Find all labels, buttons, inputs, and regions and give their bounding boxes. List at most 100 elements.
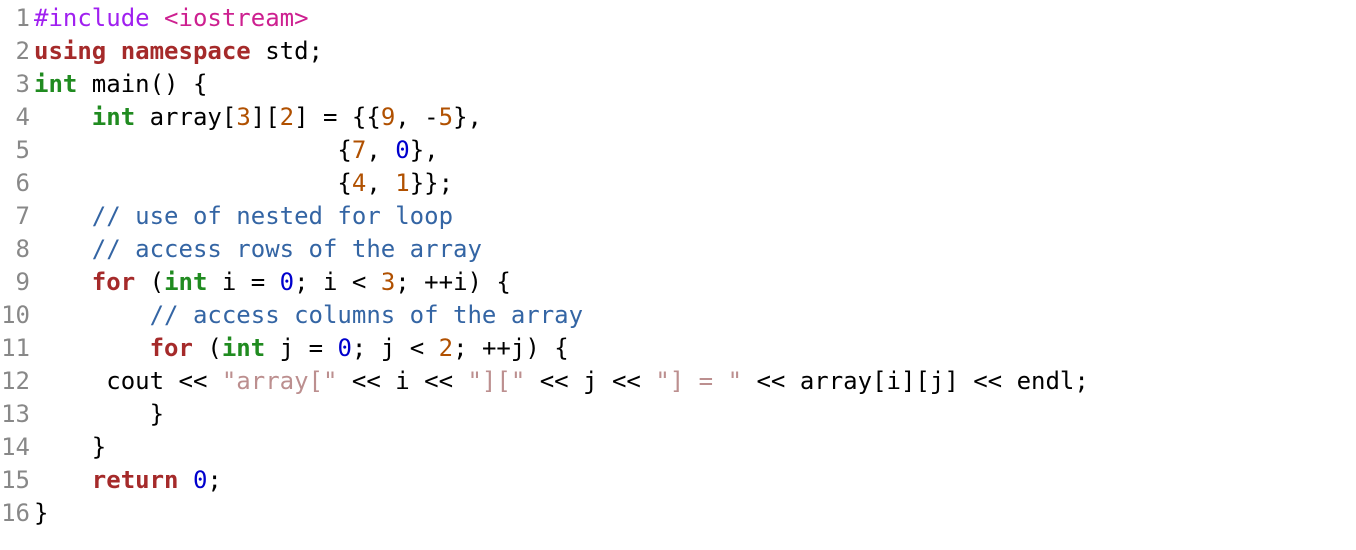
- token-op: [34, 301, 150, 329]
- token-op: << j <<: [525, 367, 655, 395]
- code-content[interactable]: using namespace std;: [34, 35, 1356, 68]
- token-pp: #include: [34, 4, 164, 32]
- code-line[interactable]: 3int main() {: [0, 68, 1356, 101]
- code-content[interactable]: int array[3][2] = {{9, -5},: [34, 101, 1356, 134]
- token-str: "] = ": [655, 367, 742, 395]
- token-op: j =: [265, 334, 337, 362]
- code-content[interactable]: for (int i = 0; i < 3; ++i) {: [34, 266, 1356, 299]
- token-op: [34, 202, 92, 230]
- token-zero: 0: [395, 136, 409, 164]
- line-number: 10: [0, 299, 34, 332]
- token-kw: using: [34, 37, 106, 65]
- token-op: ; ++i) {: [395, 268, 511, 296]
- token-op: }};: [410, 169, 453, 197]
- token-op: ,: [366, 169, 395, 197]
- code-line[interactable]: 1#include <iostream>: [0, 2, 1356, 35]
- token-op: ;: [207, 466, 221, 494]
- token-op: },: [453, 103, 482, 131]
- token-kw: for: [92, 268, 135, 296]
- code-content[interactable]: }: [34, 431, 1356, 464]
- code-line[interactable]: 6 {4, 1}};: [0, 167, 1356, 200]
- token-op: ; j <: [352, 334, 439, 362]
- line-number: 15: [0, 464, 34, 497]
- token-op: cout <<: [34, 367, 222, 395]
- line-number: 11: [0, 332, 34, 365]
- token-cm: // use of nested for loop: [92, 202, 453, 230]
- code-content[interactable]: int main() {: [34, 68, 1356, 101]
- token-op: ][: [251, 103, 280, 131]
- token-cm: // access columns of the array: [150, 301, 583, 329]
- token-kw: return: [92, 466, 179, 494]
- line-number: 5: [0, 134, 34, 167]
- code-content[interactable]: cout << "array[" << i << "][" << j << "]…: [34, 365, 1356, 398]
- token-op: ] = {{: [294, 103, 381, 131]
- token-op: << i <<: [337, 367, 467, 395]
- token-op: }: [34, 433, 106, 461]
- line-number: 3: [0, 68, 34, 101]
- code-content[interactable]: // access rows of the array: [34, 233, 1356, 266]
- code-content[interactable]: #include <iostream>: [34, 2, 1356, 35]
- token-zero: 0: [337, 334, 351, 362]
- token-ty: int: [222, 334, 265, 362]
- token-op: [34, 103, 92, 131]
- code-line[interactable]: 9 for (int i = 0; i < 3; ++i) {: [0, 266, 1356, 299]
- line-number: 13: [0, 398, 34, 431]
- line-number: 8: [0, 233, 34, 266]
- code-line[interactable]: 10 // access columns of the array: [0, 299, 1356, 332]
- code-content[interactable]: {7, 0},: [34, 134, 1356, 167]
- token-op: main() {: [77, 70, 207, 98]
- token-op: }: [34, 499, 48, 527]
- line-number: 4: [0, 101, 34, 134]
- token-op: [34, 334, 150, 362]
- code-content[interactable]: return 0;: [34, 464, 1356, 497]
- token-op: }: [34, 400, 164, 428]
- token-cm: // access rows of the array: [92, 235, 482, 263]
- line-number: 7: [0, 200, 34, 233]
- token-op: ; ++j) {: [453, 334, 569, 362]
- code-editor[interactable]: 1#include <iostream>2using namespace std…: [0, 0, 1356, 530]
- code-content[interactable]: // use of nested for loop: [34, 200, 1356, 233]
- token-num: 5: [439, 103, 453, 131]
- token-op: [34, 235, 92, 263]
- code-content[interactable]: for (int j = 0; j < 2; ++j) {: [34, 332, 1356, 365]
- line-number: 9: [0, 266, 34, 299]
- code-content[interactable]: }: [34, 398, 1356, 431]
- code-content[interactable]: // access columns of the array: [34, 299, 1356, 332]
- token-num: 9: [381, 103, 395, 131]
- code-line[interactable]: 16}: [0, 497, 1356, 530]
- code-content[interactable]: {4, 1}};: [34, 167, 1356, 200]
- token-op: std;: [251, 37, 323, 65]
- code-content[interactable]: }: [34, 497, 1356, 530]
- code-line[interactable]: 13 }: [0, 398, 1356, 431]
- code-line[interactable]: 11 for (int j = 0; j < 2; ++j) {: [0, 332, 1356, 365]
- token-num: 2: [439, 334, 453, 362]
- code-line[interactable]: 8 // access rows of the array: [0, 233, 1356, 266]
- line-number: 2: [0, 35, 34, 68]
- code-line[interactable]: 2using namespace std;: [0, 35, 1356, 68]
- token-num: 2: [280, 103, 294, 131]
- token-kw: namespace: [121, 37, 251, 65]
- token-ty: int: [34, 70, 77, 98]
- token-num: 4: [352, 169, 366, 197]
- token-op: array[: [135, 103, 236, 131]
- token-str: "][": [467, 367, 525, 395]
- token-zero: 0: [280, 268, 294, 296]
- token-op: i =: [207, 268, 279, 296]
- token-op: [106, 37, 120, 65]
- token-op: [34, 466, 92, 494]
- token-op: ; i <: [294, 268, 381, 296]
- line-number: 6: [0, 167, 34, 200]
- code-line[interactable]: 14 }: [0, 431, 1356, 464]
- token-str: "array[": [222, 367, 338, 395]
- code-line[interactable]: 5 {7, 0},: [0, 134, 1356, 167]
- line-number: 1: [0, 2, 34, 35]
- token-op: {: [34, 136, 352, 164]
- code-line[interactable]: 4 int array[3][2] = {{9, -5},: [0, 101, 1356, 134]
- token-num: 3: [381, 268, 395, 296]
- code-line[interactable]: 15 return 0;: [0, 464, 1356, 497]
- token-op: [179, 466, 193, 494]
- code-line[interactable]: 12 cout << "array[" << i << "][" << j <<…: [0, 365, 1356, 398]
- token-ty: int: [92, 103, 135, 131]
- code-line[interactable]: 7 // use of nested for loop: [0, 200, 1356, 233]
- token-op: (: [135, 268, 164, 296]
